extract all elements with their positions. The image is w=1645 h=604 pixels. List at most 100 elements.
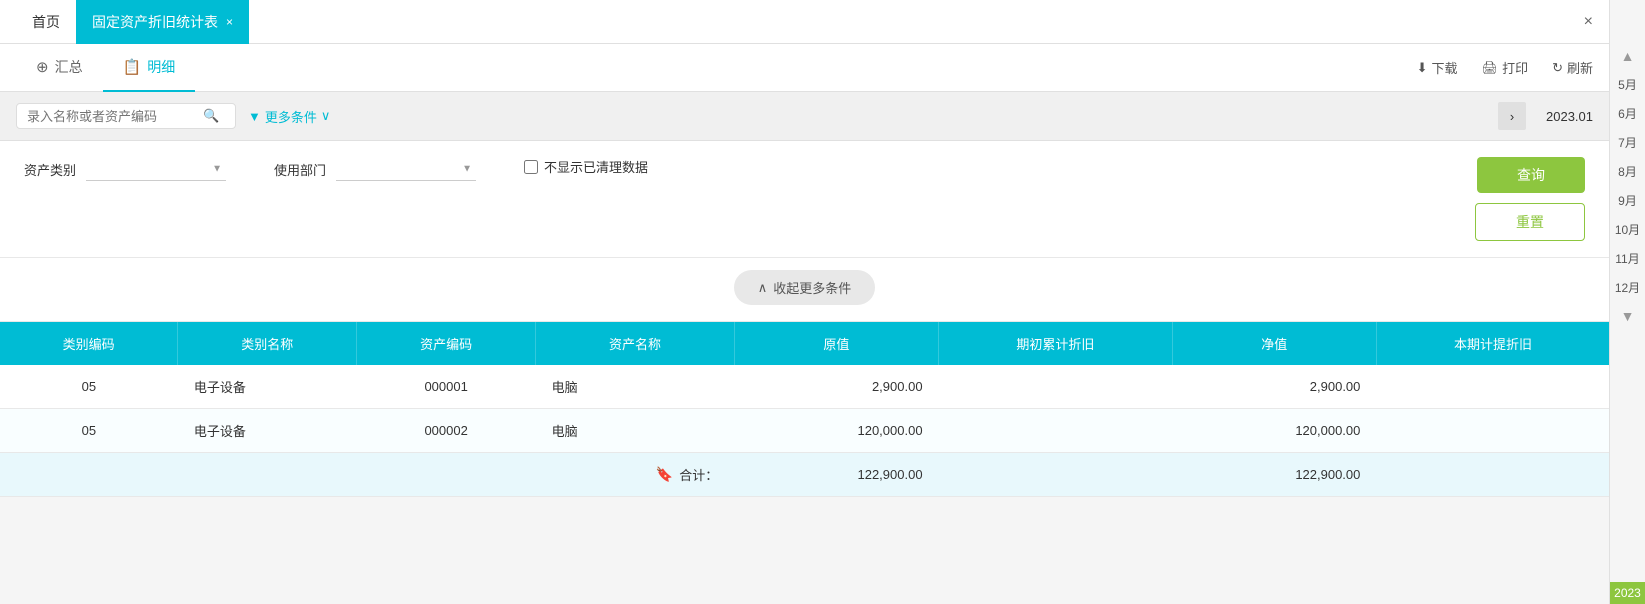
action-buttons: 查询 重置: [1475, 157, 1585, 241]
cell-original-value: 120,000.00: [734, 409, 938, 453]
query-button[interactable]: 查询: [1477, 157, 1585, 193]
tab-detail[interactable]: 📋 明细: [103, 44, 196, 92]
search-input-wrap[interactable]: 🔍: [16, 103, 236, 129]
collapse-button[interactable]: ∧ 收起更多条件: [734, 270, 876, 305]
search-icon: 🔍: [203, 108, 219, 124]
search-bar: 🔍 ▼ 更多条件 ∨ › 2023.01: [0, 92, 1609, 141]
sub-tab-actions: ⬇ 下载 🖨 打印 ↻ 刷新: [1417, 58, 1593, 77]
cell-accumulated-depreciation: [939, 409, 1173, 453]
download-icon: ⬇: [1417, 60, 1428, 76]
refresh-button[interactable]: ↻ 刷新: [1552, 58, 1593, 77]
col-current-depreciation: 本期计提折旧: [1376, 322, 1609, 365]
cell-current-depreciation: [1376, 409, 1609, 453]
sidebar-month-item[interactable]: 9月: [1613, 186, 1642, 215]
top-nav: 首页 固定资产折旧统计表 × ×: [0, 0, 1609, 44]
department-label: 使用部门: [274, 160, 326, 179]
sidebar-month-item[interactable]: 7月: [1613, 128, 1642, 157]
asset-category-select[interactable]: [86, 157, 226, 181]
close-tab-icon[interactable]: ×: [226, 15, 233, 29]
cell-category-code: 05: [0, 365, 178, 409]
hide-cleared-checkbox[interactable]: [524, 160, 538, 174]
refresh-icon: ↻: [1552, 60, 1563, 76]
cell-category-name: 电子设备: [178, 409, 357, 453]
col-category-code: 类别编码: [0, 322, 178, 365]
total-accumulated-depreciation: [939, 453, 1173, 497]
sub-tab-bar: ⊕ 汇总 📋 明细 ⬇ 下载 🖨 打印 ↻ 刷新: [0, 44, 1609, 92]
tab-detail-label: 明细: [147, 57, 175, 77]
detail-icon: 📋: [123, 58, 142, 76]
right-sidebar: ▲ 5月6月7月8月9月10月11月12月 ▼ 2023: [1609, 0, 1645, 604]
sidebar-month-item[interactable]: 6月: [1613, 99, 1642, 128]
chevron-down-icon: ∨: [321, 108, 331, 124]
data-table: 类别编码 类别名称 资产编码 资产名称 原值 期初累计折旧 净值 本期计提折旧 …: [0, 322, 1609, 497]
sidebar-month-item[interactable]: 10月: [1613, 215, 1642, 244]
arrow-right-icon: ›: [1510, 109, 1514, 124]
collapse-area: ∧ 收起更多条件: [0, 258, 1609, 322]
collapse-label: 收起更多条件: [773, 278, 851, 297]
total-icon: 🔖: [656, 466, 673, 483]
cell-original-value: 2,900.00: [734, 365, 938, 409]
filter-row: 资产类别 使用部门 不显示已清理数据 查询 重置: [0, 141, 1609, 258]
download-label: 下载: [1432, 58, 1458, 77]
hide-cleared-filter: 不显示已清理数据: [524, 157, 648, 176]
table-row: 05 电子设备 000002 电脑 120,000.00 120,000.00: [0, 409, 1609, 453]
table-row: 05 电子设备 000001 电脑 2,900.00 2,900.00: [0, 365, 1609, 409]
cell-category-code: 05: [0, 409, 178, 453]
sidebar-scroll-down[interactable]: ▼: [1617, 304, 1639, 328]
date-label: 2023.01: [1546, 109, 1593, 124]
print-label: 打印: [1502, 58, 1528, 77]
cell-net-value: 120,000.00: [1172, 409, 1376, 453]
active-tab-label: 固定资产折旧统计表: [92, 12, 218, 32]
total-label: 🔖 合计：: [536, 453, 735, 497]
home-tab[interactable]: 首页: [16, 12, 76, 32]
refresh-label: 刷新: [1567, 58, 1593, 77]
sidebar-month-item[interactable]: 12月: [1613, 273, 1642, 302]
total-row: 🔖 合计： 122,900.00 122,900.00: [0, 453, 1609, 497]
more-conditions-label: 更多条件: [265, 107, 317, 126]
sidebar-scroll-up[interactable]: ▲: [1617, 44, 1639, 68]
table-header-row: 类别编码 类别名称 资产编码 资产名称 原值 期初累计折旧 净值 本期计提折旧: [0, 322, 1609, 365]
department-select[interactable]: [336, 157, 476, 181]
summary-icon: ⊕: [36, 58, 49, 76]
cell-accumulated-depreciation: [939, 365, 1173, 409]
col-asset-name: 资产名称: [536, 322, 735, 365]
col-net-value: 净值: [1172, 322, 1376, 365]
col-asset-code: 资产编码: [357, 322, 536, 365]
department-filter: 使用部门: [274, 157, 476, 181]
search-input[interactable]: [27, 109, 197, 124]
total-current-depreciation: [1376, 453, 1609, 497]
cell-current-depreciation: [1376, 365, 1609, 409]
table-wrapper: 类别编码 类别名称 资产编码 资产名称 原值 期初累计折旧 净值 本期计提折旧 …: [0, 322, 1609, 497]
cell-net-value: 2,900.00: [1172, 365, 1376, 409]
download-button[interactable]: ⬇ 下载: [1417, 58, 1458, 77]
cell-asset-name: 电脑: [536, 409, 735, 453]
asset-category-filter: 资产类别: [24, 157, 226, 181]
sidebar-month-item[interactable]: 5月: [1613, 70, 1642, 99]
more-conditions-button[interactable]: ▼ 更多条件 ∨: [248, 107, 330, 126]
asset-category-label: 资产类别: [24, 160, 76, 179]
hide-cleared-label: 不显示已清理数据: [544, 157, 648, 176]
total-net-value: 122,900.00: [1172, 453, 1376, 497]
tab-summary-label: 汇总: [55, 57, 83, 77]
total-label-text: 合计：: [679, 465, 718, 484]
print-icon: 🖨: [1482, 60, 1499, 76]
col-accumulated-depreciation: 期初累计折旧: [939, 322, 1173, 365]
print-button[interactable]: 🖨 打印: [1482, 58, 1529, 77]
cell-asset-code: 000002: [357, 409, 536, 453]
window-close-icon[interactable]: ×: [1584, 13, 1593, 31]
reset-button[interactable]: 重置: [1475, 203, 1585, 241]
active-tab[interactable]: 固定资产折旧统计表 ×: [76, 0, 249, 44]
cell-asset-code: 000001: [357, 365, 536, 409]
total-original-value: 122,900.00: [734, 453, 938, 497]
cell-asset-name: 电脑: [536, 365, 735, 409]
collapse-icon: ∧: [758, 280, 768, 296]
tab-summary[interactable]: ⊕ 汇总: [16, 44, 103, 92]
sidebar-year-badge[interactable]: 2023: [1610, 582, 1645, 604]
total-spacer: [0, 453, 536, 497]
sidebar-month-item[interactable]: 11月: [1613, 244, 1642, 273]
filter-icon: ▼: [248, 109, 261, 124]
cell-category-name: 电子设备: [178, 365, 357, 409]
col-category-name: 类别名称: [178, 322, 357, 365]
sidebar-month-item[interactable]: 8月: [1613, 157, 1642, 186]
expand-right-button[interactable]: ›: [1498, 102, 1526, 130]
